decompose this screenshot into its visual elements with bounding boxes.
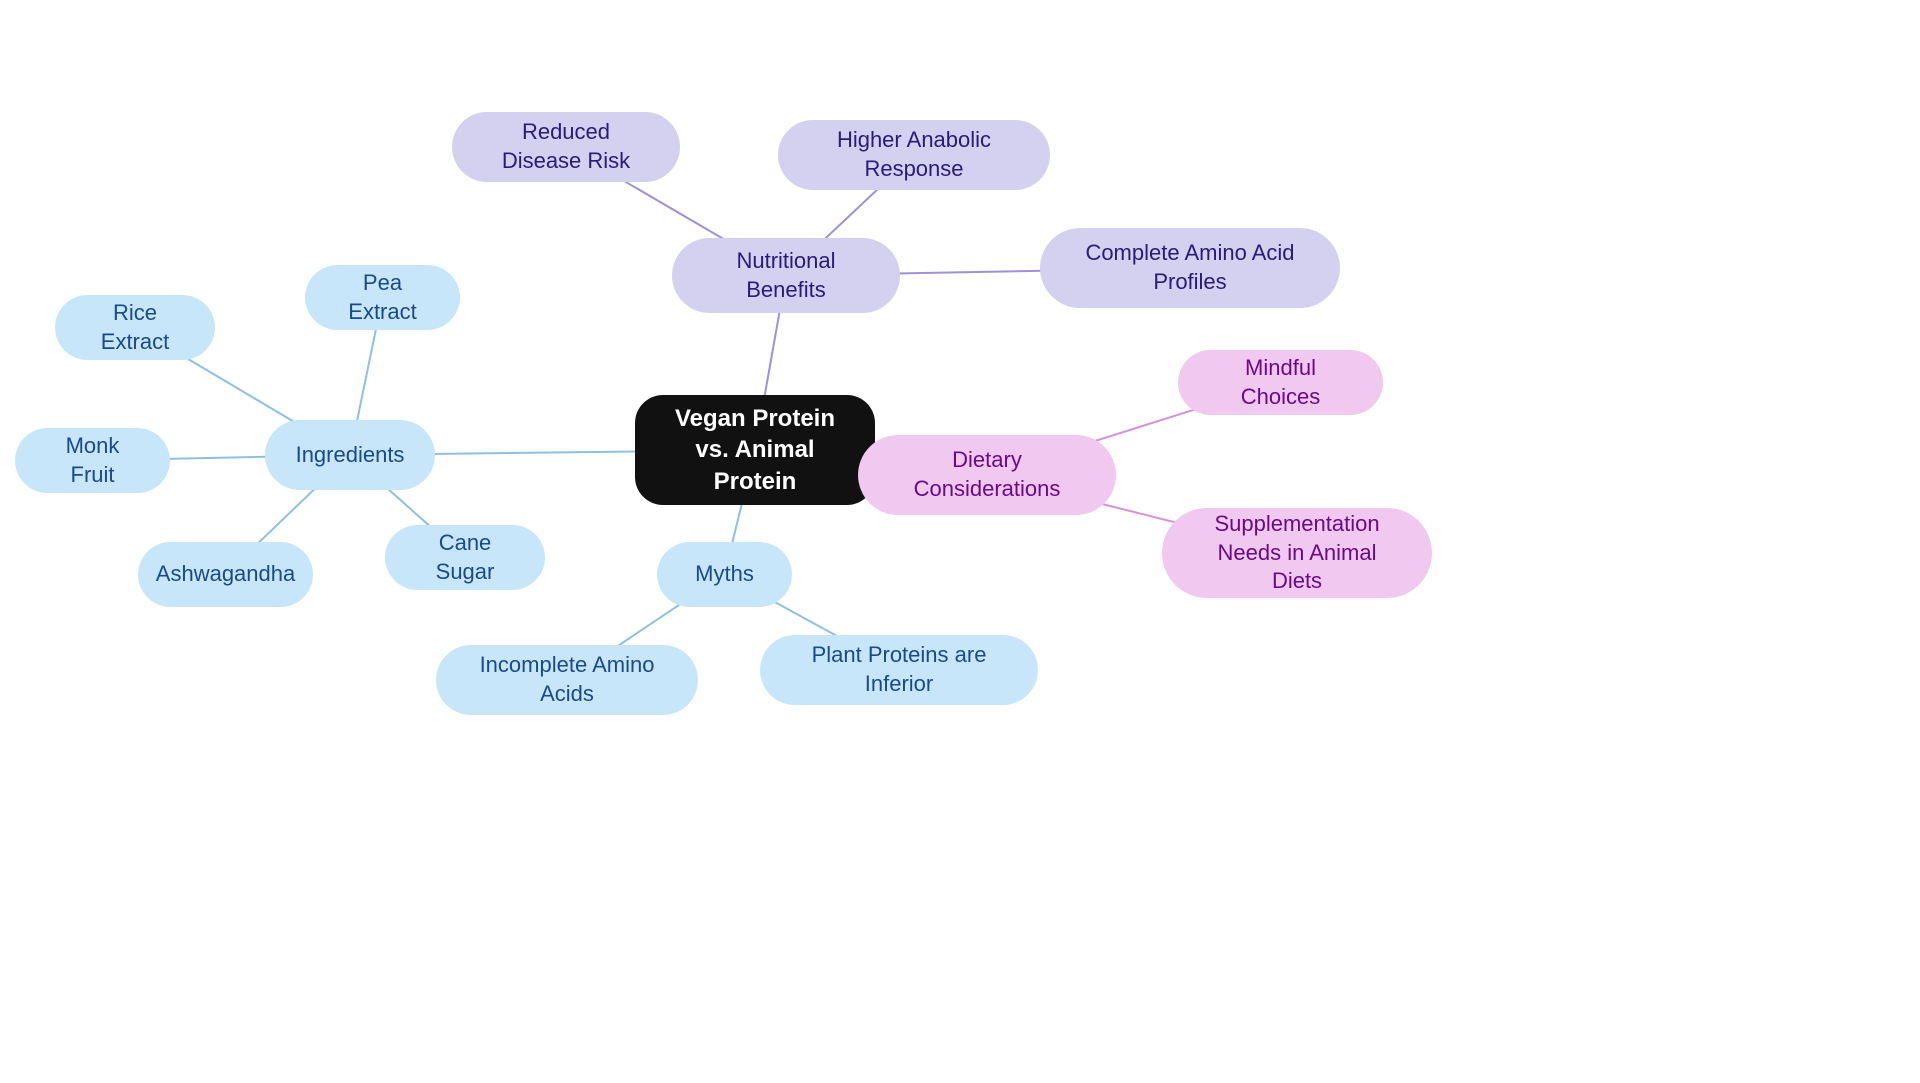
rice-extract-label: Rice Extract (87, 299, 183, 356)
center-node: Vegan Protein vs. Animal Protein (635, 395, 875, 505)
cane-sugar-node: Cane Sugar (385, 525, 545, 590)
mindful-choices-label: Mindful Choices (1210, 354, 1351, 411)
higher-anabolic-response-node: Higher Anabolic Response (778, 120, 1050, 190)
supplementation-needs-label: Supplementation Needs in Animal Diets (1194, 510, 1400, 596)
pea-extract-node: Pea Extract (305, 265, 460, 330)
monk-fruit-label: Monk Fruit (47, 432, 138, 489)
incomplete-amino-acids-node: Incomplete Amino Acids (436, 645, 698, 715)
plant-proteins-inferior-label: Plant Proteins are Inferior (792, 641, 1006, 698)
complete-amino-acid-label: Complete Amino Acid Profiles (1072, 239, 1308, 296)
ashwagandha-node: Ashwagandha (138, 542, 313, 607)
dietary-considerations-node: Dietary Considerations (858, 435, 1116, 515)
reduced-disease-risk-label: Reduced Disease Risk (484, 118, 648, 175)
reduced-disease-risk-node: Reduced Disease Risk (452, 112, 680, 182)
center-label: Vegan Protein vs. Animal Protein (667, 403, 843, 497)
cane-sugar-label: Cane Sugar (417, 529, 513, 586)
plant-proteins-inferior-node: Plant Proteins are Inferior (760, 635, 1038, 705)
nutritional-benefits-label: Nutritional Benefits (704, 247, 868, 304)
pea-extract-label: Pea Extract (337, 269, 428, 326)
myths-node: Myths (657, 542, 792, 607)
rice-extract-node: Rice Extract (55, 295, 215, 360)
mindful-choices-node: Mindful Choices (1178, 350, 1383, 415)
ingredients-node: Ingredients (265, 420, 435, 490)
monk-fruit-node: Monk Fruit (15, 428, 170, 493)
dietary-considerations-label: Dietary Considerations (890, 446, 1084, 503)
myths-label: Myths (695, 560, 754, 589)
nutritional-benefits-node: Nutritional Benefits (672, 238, 900, 313)
ingredients-label: Ingredients (296, 441, 405, 470)
incomplete-amino-acids-label: Incomplete Amino Acids (468, 651, 666, 708)
ashwagandha-label: Ashwagandha (156, 560, 295, 589)
supplementation-needs-node: Supplementation Needs in Animal Diets (1162, 508, 1432, 598)
higher-anabolic-response-label: Higher Anabolic Response (810, 126, 1018, 183)
complete-amino-acid-node: Complete Amino Acid Profiles (1040, 228, 1340, 308)
